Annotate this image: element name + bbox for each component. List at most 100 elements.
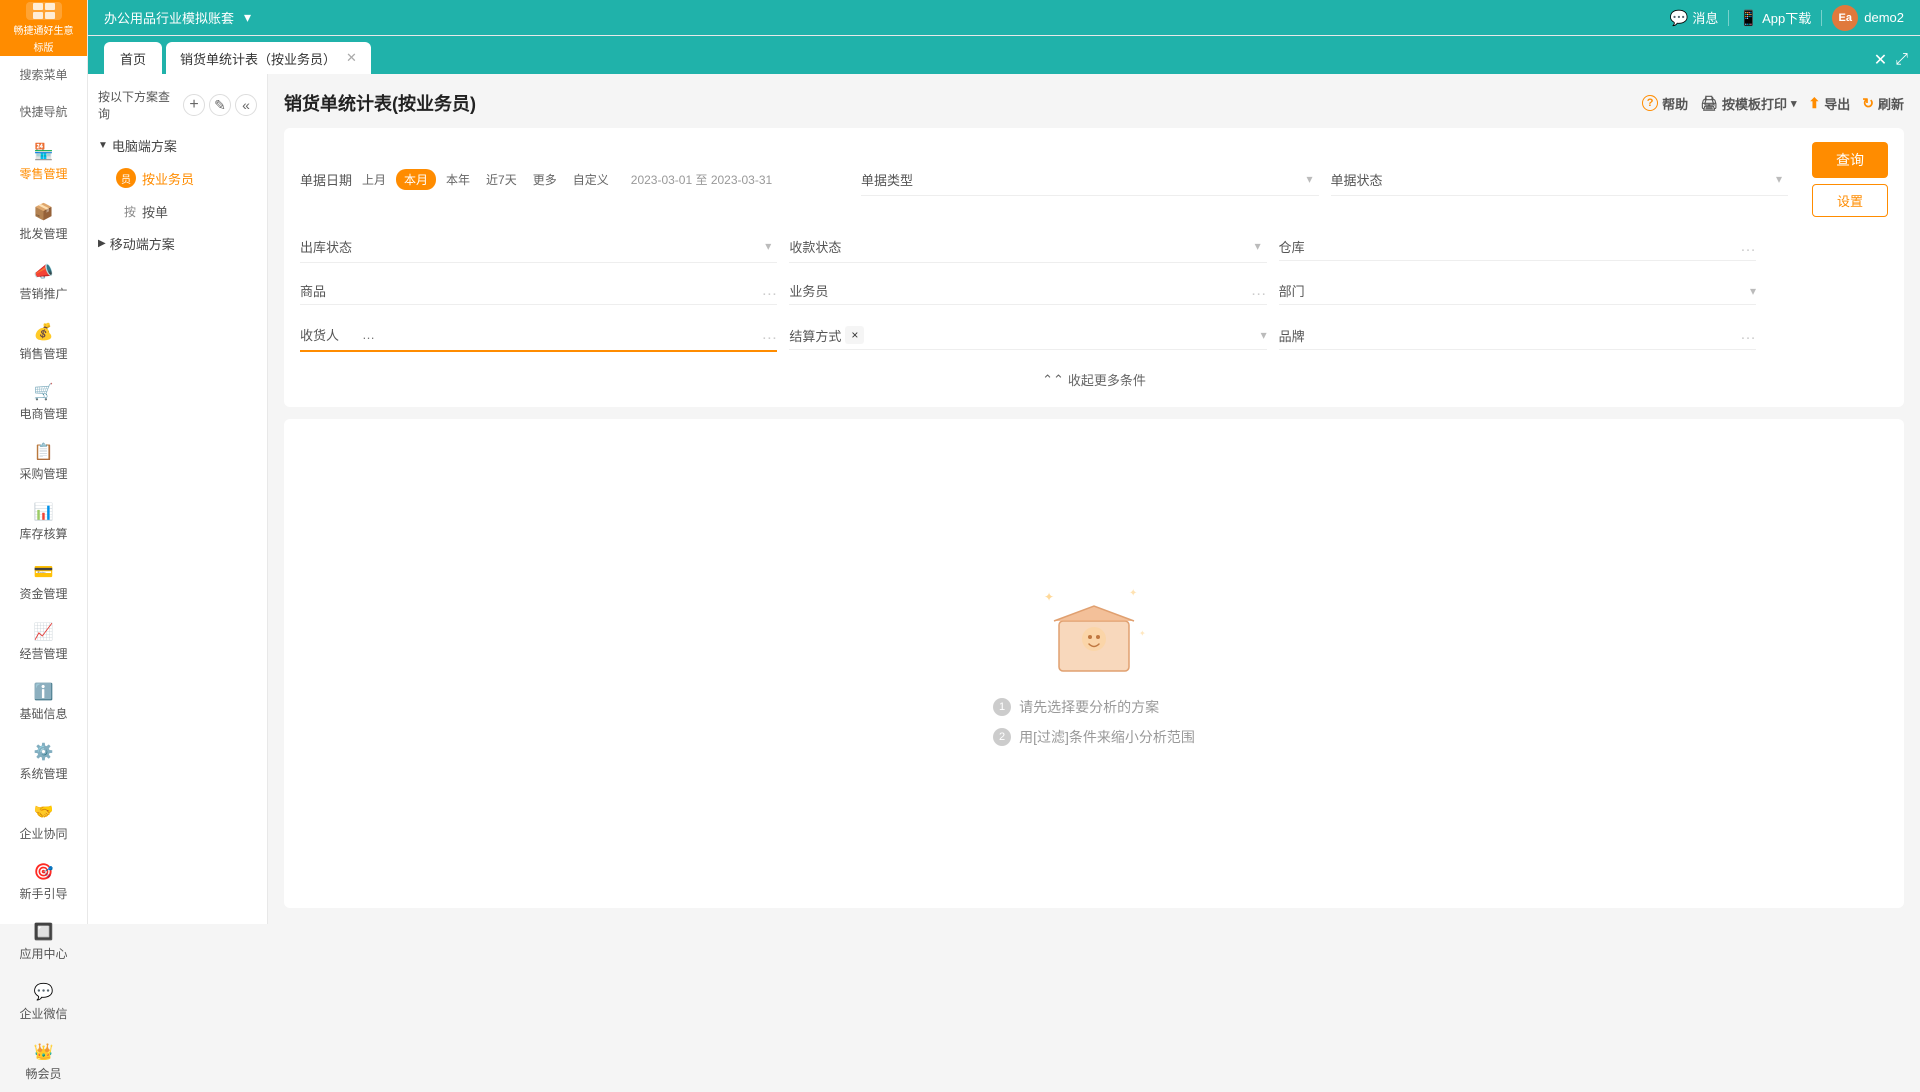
payment-method-dropdown-icon[interactable]: ▾: [1261, 328, 1267, 342]
app-download-btn[interactable]: 📱 App下载: [1739, 8, 1811, 27]
add-scheme-btn[interactable]: +: [183, 94, 205, 116]
pc-scheme-group-title[interactable]: ▼ 电脑端方案: [88, 130, 267, 161]
doc-status-select[interactable]: ▾: [1387, 168, 1789, 191]
export-icon: ⬆: [1809, 95, 1821, 112]
date-option-custom[interactable]: 自定义: [567, 169, 615, 190]
brand-select[interactable]: …: [1319, 326, 1756, 344]
scheme-doc-label: 按单: [142, 202, 168, 221]
product-field: 商品 …: [300, 277, 777, 305]
help-btn[interactable]: ? 帮助: [1642, 94, 1688, 113]
mobile-scheme-group-title[interactable]: ▶ 移动端方案: [88, 228, 267, 259]
date-option-7days[interactable]: 近7天: [480, 169, 523, 190]
sidebar-item-apps[interactable]: 🔲 应用中心: [0, 912, 87, 972]
sidebar-item-purchase[interactable]: 📋 采购管理: [0, 432, 87, 492]
sidebar-item-operations[interactable]: 📈 经营管理: [0, 612, 87, 672]
out-status-dropdown-icon: ▾: [765, 239, 771, 253]
message-icon: 💬: [1670, 9, 1689, 27]
salesperson-select[interactable]: …: [845, 282, 1266, 300]
payment-method-tag: ×: [845, 326, 864, 344]
hint-num-1: 1: [993, 698, 1011, 716]
sidebar-item-basic[interactable]: ℹ️ 基础信息: [0, 672, 87, 732]
print-label: 按模板打印: [1722, 94, 1787, 113]
doc-type-select[interactable]: ▾: [917, 168, 1319, 191]
sidebar-item-inventory[interactable]: 📊 库存核算: [0, 492, 87, 552]
filter-row-1: 单据日期 上月 本月 本年 近7天 更多 自定义 2023-03-01 至 20…: [300, 142, 1888, 217]
doc-status-field: 单据状态 ▾: [1331, 164, 1789, 196]
sidebar-item-wholesale[interactable]: 📦 批发管理: [0, 192, 87, 252]
sidebar-item-marketing-label: 营销推广: [19, 285, 67, 302]
pc-scheme-group: ▼ 电脑端方案 员 按业务员 按 按单: [88, 130, 267, 228]
sidebar-item-operations-label: 经营管理: [19, 645, 67, 662]
purchase-icon: 📋: [34, 442, 54, 462]
svg-text:✦: ✦: [1139, 629, 1146, 638]
print-icon: 🖨: [1700, 95, 1718, 112]
wholesale-icon: 📦: [34, 202, 54, 222]
print-btn[interactable]: 🖨 按模板打印 ▾: [1700, 94, 1796, 113]
payment-method-select[interactable]: × ▾: [845, 326, 1266, 344]
message-btn[interactable]: 💬 消息: [1670, 8, 1719, 27]
out-status-field: 出库状态 ▾: [300, 231, 777, 263]
doc-status-label: 单据状态: [1331, 170, 1387, 189]
user-profile[interactable]: Ea demo2: [1832, 5, 1904, 31]
ecommerce-icon: 🛒: [34, 382, 54, 402]
collapse-panel-btn[interactable]: «: [235, 94, 257, 116]
main-area: 办公用品行业模拟账套 ▾ 💬 消息 📱 App下载 Ea demo2 首页 销货…: [88, 0, 1920, 924]
collapse-btn[interactable]: ⌃⌃ 收起更多条件: [1030, 366, 1158, 393]
salesperson-dots: …: [1251, 282, 1267, 300]
sidebar-item-retail[interactable]: 🏪 零售管理: [0, 132, 87, 192]
product-select[interactable]: …: [356, 282, 777, 300]
edit-scheme-btn[interactable]: ✎: [209, 94, 231, 116]
date-option-this-year[interactable]: 本年: [440, 169, 476, 190]
sidebar-item-cooperation-label: 企业协同: [19, 825, 67, 842]
sidebar-item-member[interactable]: 👑 畅会员: [0, 1032, 87, 1092]
filter-row-4: 收货人 … 结算方式 × ▾ 品牌: [300, 319, 1888, 352]
sidebar-item-sales[interactable]: 💰 销售管理: [0, 312, 87, 372]
logo-icon: [26, 2, 62, 20]
tab-home[interactable]: 首页: [104, 42, 162, 74]
sidebar-item-marketing[interactable]: 📣 营销推广: [0, 252, 87, 312]
workspace-dropdown-icon[interactable]: ▾: [244, 9, 251, 26]
sidebar-item-ecommerce[interactable]: 🛒 电商管理: [0, 372, 87, 432]
marketing-icon: 📣: [34, 262, 54, 282]
sidebar-item-wechat-label: 企业微信: [19, 1005, 67, 1022]
refresh-btn[interactable]: ↻ 刷新: [1862, 94, 1904, 113]
product-label: 商品: [300, 281, 356, 300]
consignee-input[interactable]: [356, 323, 761, 346]
date-option-this-month[interactable]: 本月: [396, 169, 436, 190]
doc-scheme-icon: 按: [124, 203, 136, 220]
date-option-last-month[interactable]: 上月: [356, 169, 392, 190]
receipt-status-select[interactable]: ▾: [845, 235, 1266, 258]
out-status-select[interactable]: ▾: [356, 235, 777, 258]
app-subtext: 标版: [34, 39, 54, 54]
department-select[interactable]: ▾: [1319, 284, 1756, 298]
brand-dots: …: [1740, 326, 1756, 344]
doc-type-dropdown-icon: ▾: [1306, 172, 1312, 186]
print-arrow-icon[interactable]: ▾: [1791, 97, 1797, 110]
sidebar-item-apps-label: 应用中心: [19, 945, 67, 962]
scheme-panel: 按以下方案查询 + ✎ « ▼ 电脑端方案 员 按业务员 按: [88, 74, 268, 924]
tab-sales-stat-close[interactable]: ✕: [346, 50, 357, 66]
sidebar-item-guide[interactable]: 🎯 新手引导: [0, 852, 87, 912]
scheme-item-by-doc[interactable]: 按 按单: [88, 195, 267, 228]
query-button[interactable]: 查询: [1812, 142, 1888, 178]
receipt-status-label: 收款状态: [789, 237, 845, 256]
sidebar-item-wechat[interactable]: 💬 企业微信: [0, 972, 87, 1032]
warehouse-dots: …: [1740, 238, 1756, 256]
maximize-window-btn[interactable]: ⤢: [1895, 51, 1908, 69]
operations-icon: 📈: [34, 622, 54, 642]
sidebar-item-cooperation[interactable]: 🤝 企业协同: [0, 792, 87, 852]
scheme-item-by-salesperson[interactable]: 员 按业务员: [88, 161, 267, 195]
export-btn[interactable]: ⬆ 导出: [1809, 94, 1851, 113]
sidebar-item-finance[interactable]: 💳 资金管理: [0, 552, 87, 612]
sidebar-search-area[interactable]: 搜索菜单: [0, 56, 87, 87]
app-download-label: App下载: [1762, 8, 1811, 27]
sidebar-item-system[interactable]: ⚙️ 系统管理: [0, 732, 87, 792]
tab-sales-stat-label: 销货单统计表（按业务员）: [180, 49, 336, 68]
date-option-more[interactable]: 更多: [527, 169, 563, 190]
warehouse-select[interactable]: …: [1319, 238, 1756, 256]
settings-button[interactable]: 设置: [1812, 184, 1888, 217]
search-label[interactable]: 搜索菜单: [19, 66, 67, 83]
close-window-btn[interactable]: ✕: [1874, 50, 1887, 70]
wechat-icon: 💬: [34, 982, 54, 1002]
tab-sales-stat[interactable]: 销货单统计表（按业务员） ✕: [166, 42, 371, 74]
